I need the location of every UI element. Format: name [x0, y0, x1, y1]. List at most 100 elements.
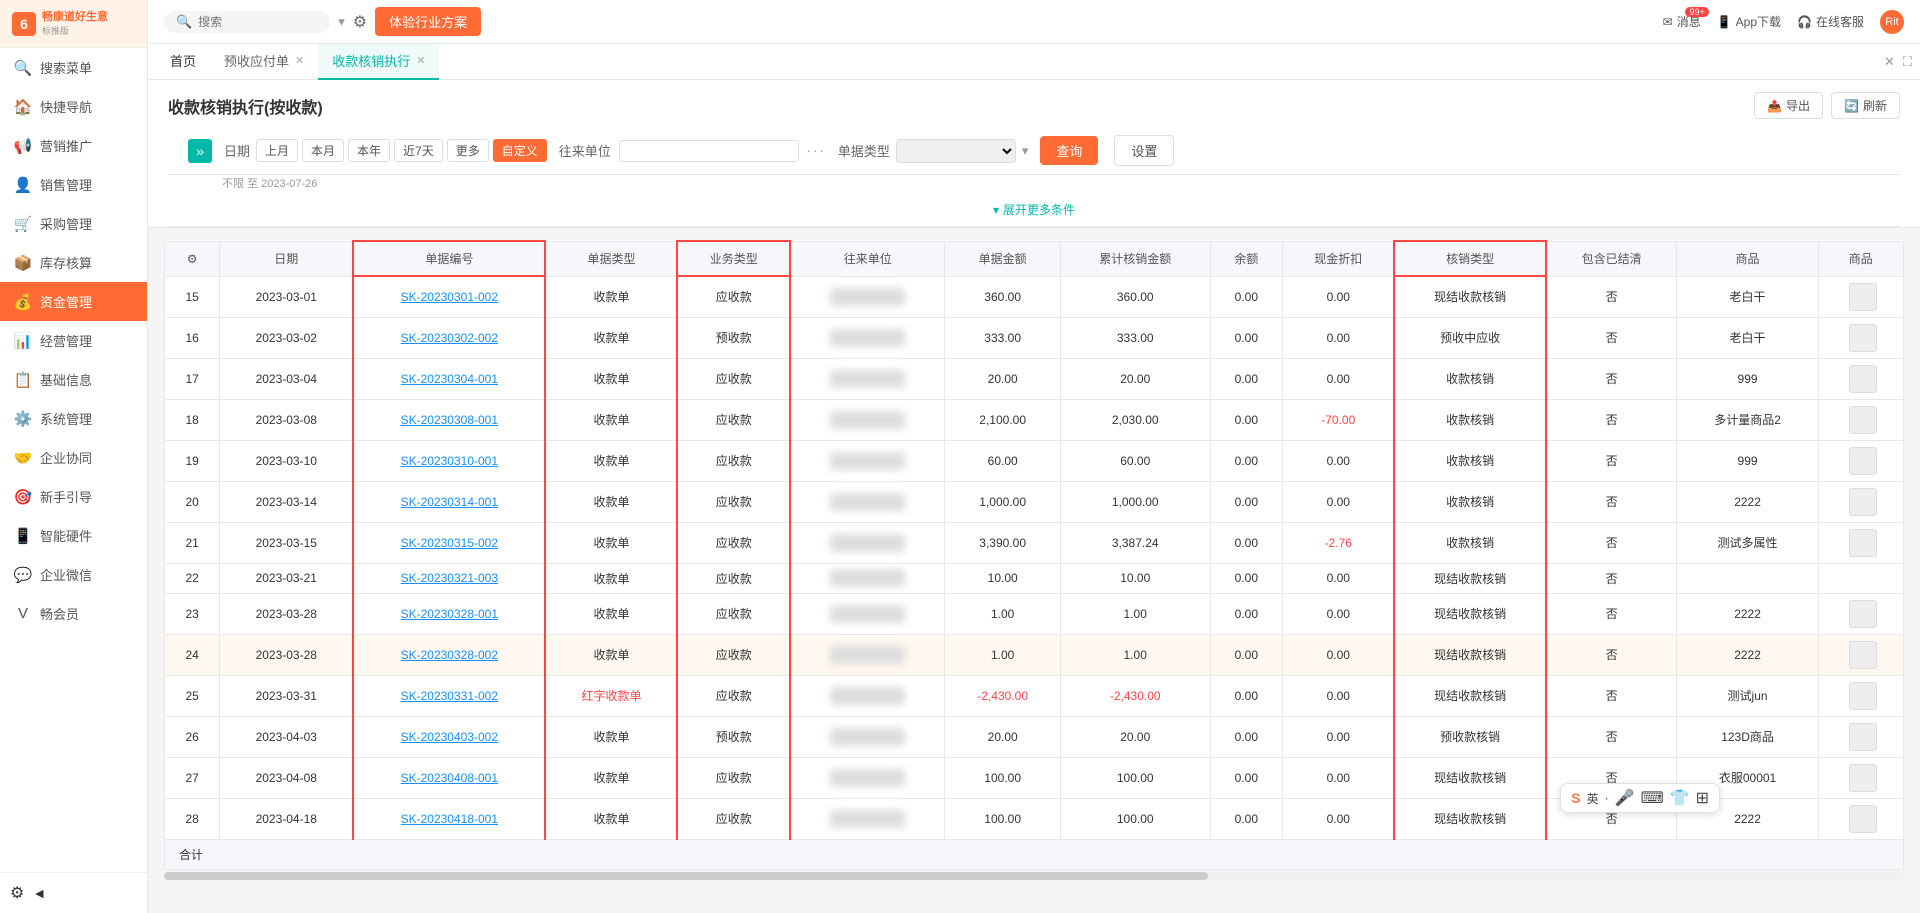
- filter-btn-thisyear[interactable]: 本年: [348, 139, 390, 162]
- notification-button[interactable]: ✉ 消息 99+: [1663, 13, 1701, 30]
- cell-counterpart: [790, 522, 945, 563]
- settings-button[interactable]: 设置: [1114, 135, 1174, 166]
- cell-voucher-no[interactable]: SK-20230331-002: [353, 675, 545, 716]
- cell-amount: 3,390.00: [945, 522, 1060, 563]
- sidebar-item-sales[interactable]: 👤 销售管理: [0, 165, 147, 204]
- filter-btn-lastmonth[interactable]: 上月: [256, 139, 298, 162]
- sidebar-item-wechat[interactable]: 💬 企业微信: [0, 555, 147, 594]
- sidebar-item-guide[interactable]: 🎯 新手引导: [0, 477, 147, 516]
- filter-btn-7days[interactable]: 近7天: [394, 139, 443, 162]
- cell-voucher-no[interactable]: SK-20230302-002: [353, 317, 545, 358]
- cell-voucher-no[interactable]: SK-20230314-001: [353, 481, 545, 522]
- filter-toggle-button[interactable]: »: [188, 139, 212, 163]
- cell-voucher-no[interactable]: SK-20230408-001: [353, 757, 545, 798]
- filter-btn-custom[interactable]: 自定义: [493, 139, 547, 162]
- cell-balance: 0.00: [1210, 798, 1282, 839]
- avatar-icon: Rit: [1880, 10, 1904, 34]
- cell-accumulated: 20.00: [1060, 358, 1210, 399]
- cell-cash-discount: 0.00: [1283, 358, 1395, 399]
- product-thumbnail: [1849, 406, 1877, 434]
- sidebar-item-search[interactable]: 🔍 搜索菜单: [0, 48, 147, 87]
- sidebar-item-basic[interactable]: 📋 基础信息: [0, 360, 147, 399]
- sidebar-item-marketing[interactable]: 📢 营销推广: [0, 126, 147, 165]
- filter-area: » 日期 上月 本月 本年 近7天 更多 自定义 往来单位: [168, 127, 1900, 175]
- tab-close-all-icon[interactable]: ✕: [1884, 54, 1895, 70]
- cell-voucher-no[interactable]: SK-20230308-001: [353, 399, 545, 440]
- cell-voucher-no[interactable]: SK-20230315-002: [353, 522, 545, 563]
- product-thumbnail: [1849, 529, 1877, 557]
- sidebar-collapse-icon[interactable]: ◄: [32, 885, 46, 901]
- sidebar-item-label: 企业微信: [40, 565, 92, 584]
- tab-collection[interactable]: 收款核销执行 ✕: [318, 44, 439, 80]
- scrollbar-thumb[interactable]: [164, 872, 1208, 880]
- cell-voucher-no[interactable]: SK-20230304-001: [353, 358, 545, 399]
- sidebar-item-label: 销售管理: [40, 175, 92, 194]
- cell-biz-type: 应收款: [677, 675, 790, 716]
- user-avatar[interactable]: Rit: [1880, 10, 1904, 34]
- cell-counterpart: [790, 399, 945, 440]
- query-button[interactable]: 查询: [1040, 136, 1098, 165]
- sidebar-item-operation[interactable]: 📊 经营管理: [0, 321, 147, 360]
- table-row: 182023-03-08SK-20230308-001收款单应收款 2,100.…: [165, 399, 1904, 440]
- hardware-icon: 📱: [14, 527, 32, 545]
- page-area: 收款核销执行(按收款) 📤 导出 🔄 刷新 » 日期: [148, 80, 1920, 913]
- th-settings[interactable]: ⚙: [165, 241, 220, 276]
- home-icon: 🏠: [14, 98, 32, 116]
- online-service-button[interactable]: 🎧 在线客服: [1797, 13, 1864, 30]
- th-cash-discount: 现金折扣: [1283, 241, 1395, 276]
- sidebar-item-system[interactable]: ⚙️ 系统管理: [0, 399, 147, 438]
- tab-prepay-close-icon[interactable]: ✕: [295, 54, 304, 67]
- filter-counterpart-label: 往来单位: [559, 141, 611, 160]
- cell-voucher-no[interactable]: SK-20230310-001: [353, 440, 545, 481]
- sidebar-item-label: 经营管理: [40, 331, 92, 350]
- cell-voucher-no[interactable]: SK-20230403-002: [353, 716, 545, 757]
- wechat-icon: 💬: [14, 566, 32, 584]
- app-download-button[interactable]: 📱 App下载: [1717, 13, 1781, 30]
- tab-maximize-icon[interactable]: ⛶: [1903, 54, 1912, 70]
- search-input[interactable]: [198, 15, 318, 29]
- cell-accumulated: 100.00: [1060, 757, 1210, 798]
- cell-voucher-no[interactable]: SK-20230321-003: [353, 563, 545, 593]
- topbar-gear-icon[interactable]: ⚙: [353, 12, 367, 32]
- sidebar-item-quicknav[interactable]: 🏠 快捷导航: [0, 87, 147, 126]
- guide-icon: 🎯: [14, 488, 32, 506]
- sidebar-item-finance[interactable]: 💰 资金管理: [0, 282, 147, 321]
- cell-cash-discount: 0.00: [1283, 481, 1395, 522]
- cell-no: 26: [165, 716, 220, 757]
- topbar-search-box[interactable]: 🔍: [164, 11, 330, 33]
- cell-product: 2222: [1677, 593, 1818, 634]
- table-row: 282023-04-18SK-20230418-001收款单应收款 100.00…: [165, 798, 1904, 839]
- sidebar-item-enterprise[interactable]: 🤝 企业协同: [0, 438, 147, 477]
- table-row: 192023-03-10SK-20230310-001收款单应收款 60.006…: [165, 440, 1904, 481]
- sidebar-settings-icon[interactable]: ⚙: [10, 883, 24, 903]
- tab-home[interactable]: 首页: [156, 44, 210, 80]
- filter-voucher-type-select[interactable]: [896, 139, 1016, 163]
- cell-voucher-no[interactable]: SK-20230328-001: [353, 593, 545, 634]
- sidebar-item-hardware[interactable]: 📱 智能硬件: [0, 516, 147, 555]
- filter-date-group: 日期 上月 本月 本年 近7天 更多 自定义: [224, 139, 547, 162]
- filter-btn-more[interactable]: 更多: [447, 139, 489, 162]
- sidebar-item-inventory[interactable]: 📦 库存核算: [0, 243, 147, 282]
- sidebar-item-member[interactable]: V 畅会员: [0, 594, 147, 633]
- cell-write-off-type: 现结收款核销: [1394, 798, 1545, 839]
- expand-more-button[interactable]: ▾ 展开更多条件: [993, 201, 1075, 218]
- horizontal-scrollbar[interactable]: [164, 872, 1904, 880]
- table-row: 252023-03-31SK-20230331-002红字收款单应收款 -2,4…: [165, 675, 1904, 716]
- th-date: 日期: [220, 241, 353, 276]
- refresh-button[interactable]: 🔄 刷新: [1831, 92, 1900, 119]
- product-thumbnail: [1849, 682, 1877, 710]
- cell-product: 2222: [1677, 798, 1818, 839]
- cell-voucher-no[interactable]: SK-20230328-002: [353, 634, 545, 675]
- solution-button[interactable]: 体验行业方案: [375, 7, 481, 36]
- sidebar-item-purchase[interactable]: 🛒 采购管理: [0, 204, 147, 243]
- cell-accumulated: 360.00: [1060, 276, 1210, 317]
- cell-voucher-no[interactable]: SK-20230418-001: [353, 798, 545, 839]
- cell-include-settled: 否: [1546, 563, 1677, 593]
- export-button[interactable]: 📤 导出: [1754, 92, 1823, 119]
- tab-collection-close-icon[interactable]: ✕: [416, 54, 425, 67]
- filter-counterpart-input[interactable]: [619, 140, 799, 162]
- tab-prepay[interactable]: 预收应付单 ✕: [210, 44, 318, 80]
- cell-voucher-no[interactable]: SK-20230301-002: [353, 276, 545, 317]
- filter-btn-thismonth[interactable]: 本月: [302, 139, 344, 162]
- sales-icon: 👤: [14, 176, 32, 194]
